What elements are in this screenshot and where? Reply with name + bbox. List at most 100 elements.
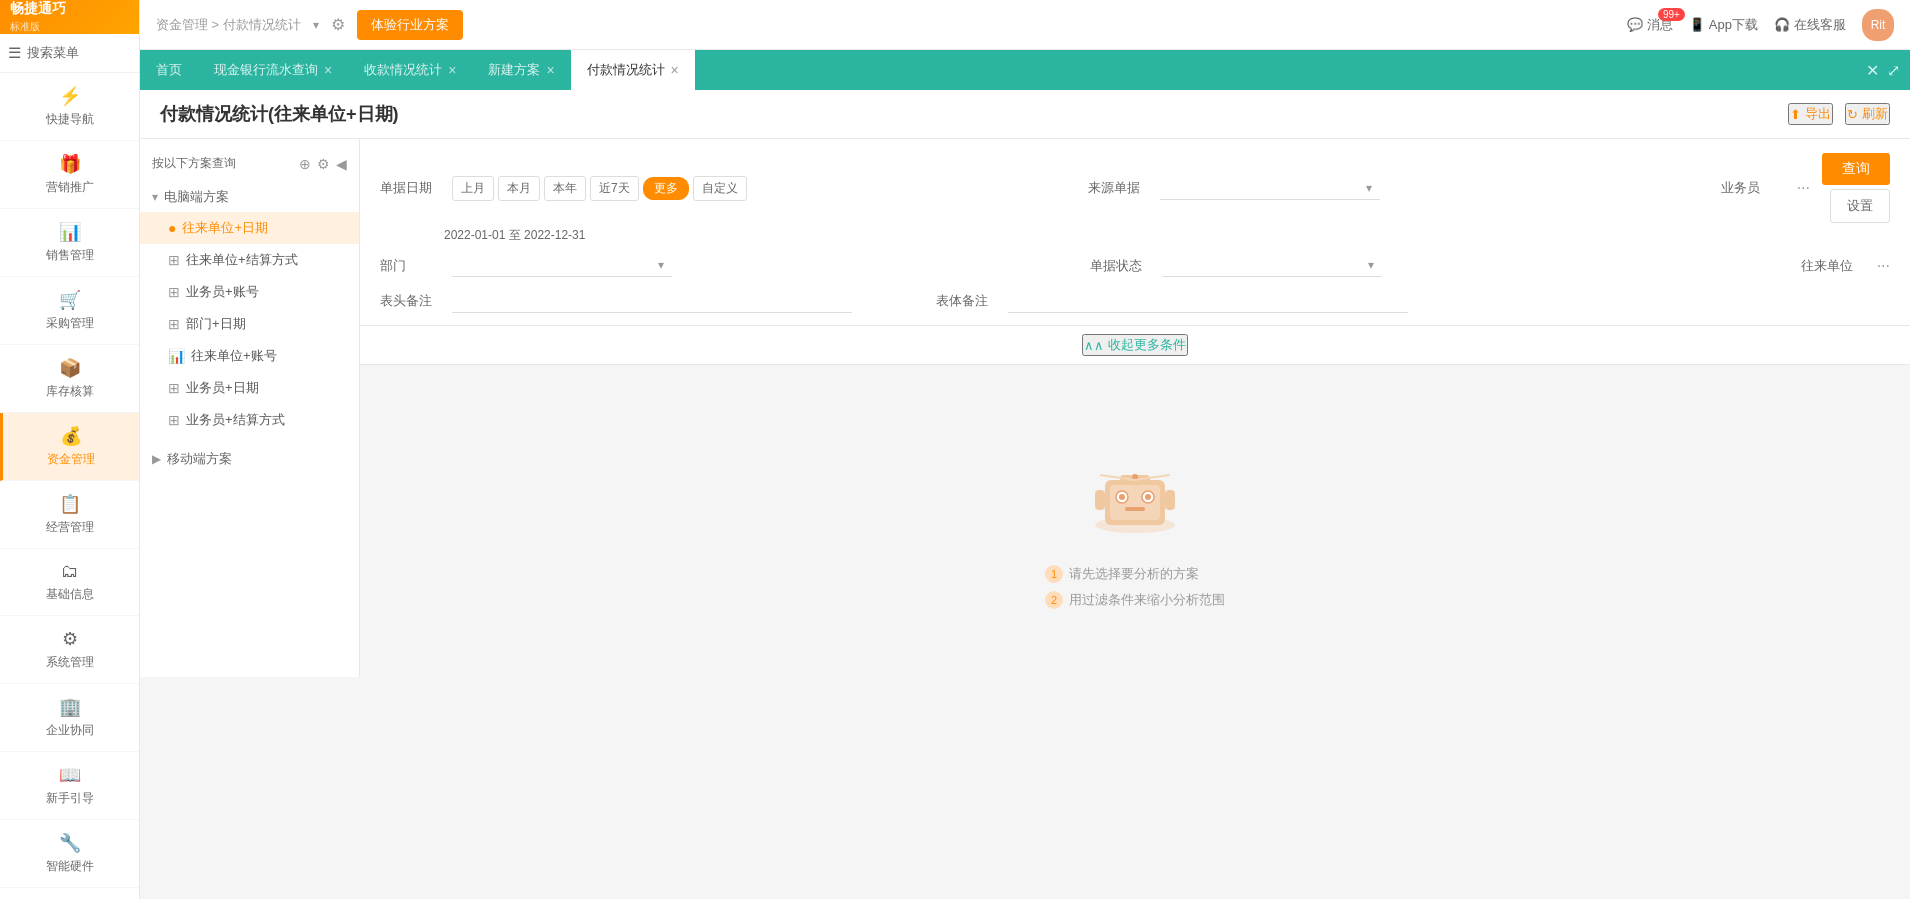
scheme-item-3[interactable]: ⊞ 部门+日期: [140, 308, 359, 340]
empty-tips: 1 请先选择要分析的方案 2 用过滤条件来缩小分析范围: [1045, 565, 1225, 617]
breadcrumb-chevron-icon: ▾: [313, 18, 319, 32]
sidebar-item-wechat[interactable]: 💬 企业微信: [0, 888, 139, 899]
export-button[interactable]: ⬆ 导出: [1788, 103, 1833, 125]
inventory-icon: 📦: [59, 357, 81, 379]
sidebar-item-guide[interactable]: 📖 新手引导: [0, 752, 139, 820]
tab-bar: 首页 现金银行流水查询 × 收款情况统计 × 新建方案 × 付款情况统计 × ✕…: [140, 50, 1910, 90]
tab-home[interactable]: 首页: [140, 50, 198, 90]
app-download-button[interactable]: 📱 App下载: [1689, 16, 1758, 34]
sidebar-item-operations[interactable]: 📋 经营管理: [0, 481, 139, 549]
scheme-icon-3: ⊞: [168, 316, 180, 332]
tab-close-receivable[interactable]: ×: [448, 62, 456, 78]
service-icon: 🎧: [1774, 17, 1790, 32]
empty-tip-2: 2 用过滤条件来缩小分析范围: [1045, 591, 1225, 609]
tip-num-1: 1: [1045, 565, 1063, 583]
scheme-item-0[interactable]: ● 往来单位+日期: [140, 212, 359, 244]
empty-state: 1 请先选择要分析的方案 2 用过滤条件来缩小分析范围: [360, 365, 1910, 677]
scheme-active-icon: ●: [168, 220, 176, 236]
sidebar-item-purchase[interactable]: 🛒 采购管理: [0, 277, 139, 345]
scheme-item-6[interactable]: ⊞ 业务员+结算方式: [140, 404, 359, 436]
sidebar-item-sales[interactable]: 📊 销售管理: [0, 209, 139, 277]
page-title: 付款情况统计(往来单位+日期): [160, 102, 399, 126]
header-note-input[interactable]: [452, 289, 852, 313]
service-button[interactable]: 🎧 在线客服: [1774, 16, 1846, 34]
add-scheme-icon[interactable]: ⊕: [299, 156, 311, 172]
tab-bank-flow[interactable]: 现金银行流水查询 ×: [198, 50, 348, 90]
sidebar-item-hardware[interactable]: 🔧 智能硬件: [0, 820, 139, 888]
tip-num-2: 2: [1045, 591, 1063, 609]
close-window-icon[interactable]: ✕: [1866, 61, 1879, 80]
collapse-arrow-icon: ∧∧: [1084, 338, 1104, 353]
scheme-item-2[interactable]: ⊞ 业务员+账号: [140, 276, 359, 308]
tab-payment-stats[interactable]: 付款情况统计 ×: [571, 50, 695, 90]
tab-close-new-scheme[interactable]: ×: [546, 62, 554, 78]
status-select-arrow: ▾: [1368, 258, 1374, 272]
hardware-icon: 🔧: [59, 832, 81, 854]
date-btn-this-year[interactable]: 本年: [544, 176, 586, 201]
scheme-item-1[interactable]: ⊞ 往来单位+结算方式: [140, 244, 359, 276]
sidebar-item-system[interactable]: ⚙ 系统管理: [0, 616, 139, 684]
left-panel-title: 按以下方案查询: [152, 155, 236, 172]
tab-new-scheme[interactable]: 新建方案 ×: [472, 50, 570, 90]
query-button[interactable]: 查询: [1822, 153, 1890, 185]
date-options: 上月 本月 本年 近7天 更多 自定义: [452, 176, 747, 201]
date-btn-more[interactable]: 更多: [643, 177, 689, 200]
sidebar-item-basic-info[interactable]: 🗂 基础信息: [0, 549, 139, 616]
settings-scheme-icon[interactable]: ⚙: [317, 156, 330, 172]
sidebar-item-inventory[interactable]: 📦 库存核算: [0, 345, 139, 413]
tab-receivable[interactable]: 收款情况统计 ×: [348, 50, 472, 90]
date-btn-custom[interactable]: 自定义: [693, 176, 747, 201]
partner-dots[interactable]: ···: [1877, 257, 1890, 275]
purchase-icon: 🛒: [59, 289, 81, 311]
collapse-bar: ∧∧ 收起更多条件: [360, 325, 1910, 364]
source-select[interactable]: ▾: [1160, 177, 1380, 200]
scheme-group-mobile-header[interactable]: ▶ 移动端方案: [140, 444, 359, 474]
svg-rect-11: [1165, 490, 1175, 510]
scheme-item-4[interactable]: 📊 往来单位+账号: [140, 340, 359, 372]
date-btn-last-month[interactable]: 上月: [452, 176, 494, 201]
sidebar-item-marketing[interactable]: 🎁 营销推广: [0, 141, 139, 209]
source-select-arrow: ▾: [1366, 181, 1372, 195]
sidebar-item-quick-nav[interactable]: ⚡ 快捷导航: [0, 73, 139, 141]
left-scheme-panel: 按以下方案查询 ⊕ ⚙ ◀ ▾ 电脑端方案 ● 往来单位+日期: [140, 139, 360, 677]
filter-settings-button[interactable]: 设置: [1830, 189, 1890, 223]
sidebar-item-enterprise[interactable]: 🏢 企业协同: [0, 684, 139, 752]
group-arrow-icon: ▾: [152, 190, 158, 204]
header: 资金管理 > 付款情况统计 ▾ ⚙ 体验行业方案 💬 消息 99+ 📱 App下…: [140, 0, 1910, 50]
page-title-bar: 付款情况统计(往来单位+日期) ⬆ 导出 ↻ 刷新: [140, 90, 1910, 139]
filter-container: 单据日期 上月 本月 本年 近7天 更多 自定义 来源单据: [360, 139, 1910, 365]
header-left: 资金管理 > 付款情况统计 ▾ ⚙ 体验行业方案: [156, 10, 463, 40]
sales-icon: 📊: [59, 221, 81, 243]
tab-close-bank-flow[interactable]: ×: [324, 62, 332, 78]
marketing-icon: 🎁: [59, 153, 81, 175]
collapse-button[interactable]: ∧∧ 收起更多条件: [1082, 334, 1188, 356]
scheme-icon-4: 📊: [168, 348, 185, 364]
operations-icon: 📋: [59, 493, 81, 515]
tab-close-payment-stats[interactable]: ×: [671, 62, 679, 78]
trial-button[interactable]: 体验行业方案: [357, 10, 463, 40]
message-icon: 💬: [1627, 17, 1643, 32]
collapse-panel-icon[interactable]: ◀: [336, 156, 347, 172]
date-btn-this-month[interactable]: 本月: [498, 176, 540, 201]
scheme-group-desktop-header[interactable]: ▾ 电脑端方案: [140, 182, 359, 212]
avatar[interactable]: Rit: [1862, 9, 1894, 41]
refresh-icon: ↻: [1847, 107, 1858, 122]
header-gear-icon[interactable]: ⚙: [331, 15, 345, 34]
svg-point-6: [1145, 494, 1151, 500]
scheme-item-5[interactable]: ⊞ 业务员+日期: [140, 372, 359, 404]
maximize-icon[interactable]: ⤢: [1887, 61, 1900, 80]
status-select[interactable]: ▾: [1162, 254, 1382, 277]
message-button[interactable]: 💬 消息 99+: [1627, 16, 1673, 34]
staff-dots[interactable]: ···: [1797, 179, 1810, 197]
scheme-group-mobile: ▶ 移动端方案: [140, 440, 359, 478]
body-note-input[interactable]: [1008, 289, 1408, 313]
dept-label: 部门: [380, 257, 440, 275]
mobile-group-arrow-icon: ▶: [152, 452, 161, 466]
svg-rect-2: [1110, 485, 1160, 520]
refresh-button[interactable]: ↻ 刷新: [1845, 103, 1890, 125]
sidebar-item-finance[interactable]: 💰 资金管理: [0, 413, 139, 481]
date-btn-7days[interactable]: 近7天: [590, 176, 639, 201]
empty-illustration: [1075, 425, 1195, 545]
dept-select[interactable]: ▾: [452, 254, 672, 277]
sidebar-item-search-menu[interactable]: ☰ 搜索菜单: [0, 34, 139, 73]
